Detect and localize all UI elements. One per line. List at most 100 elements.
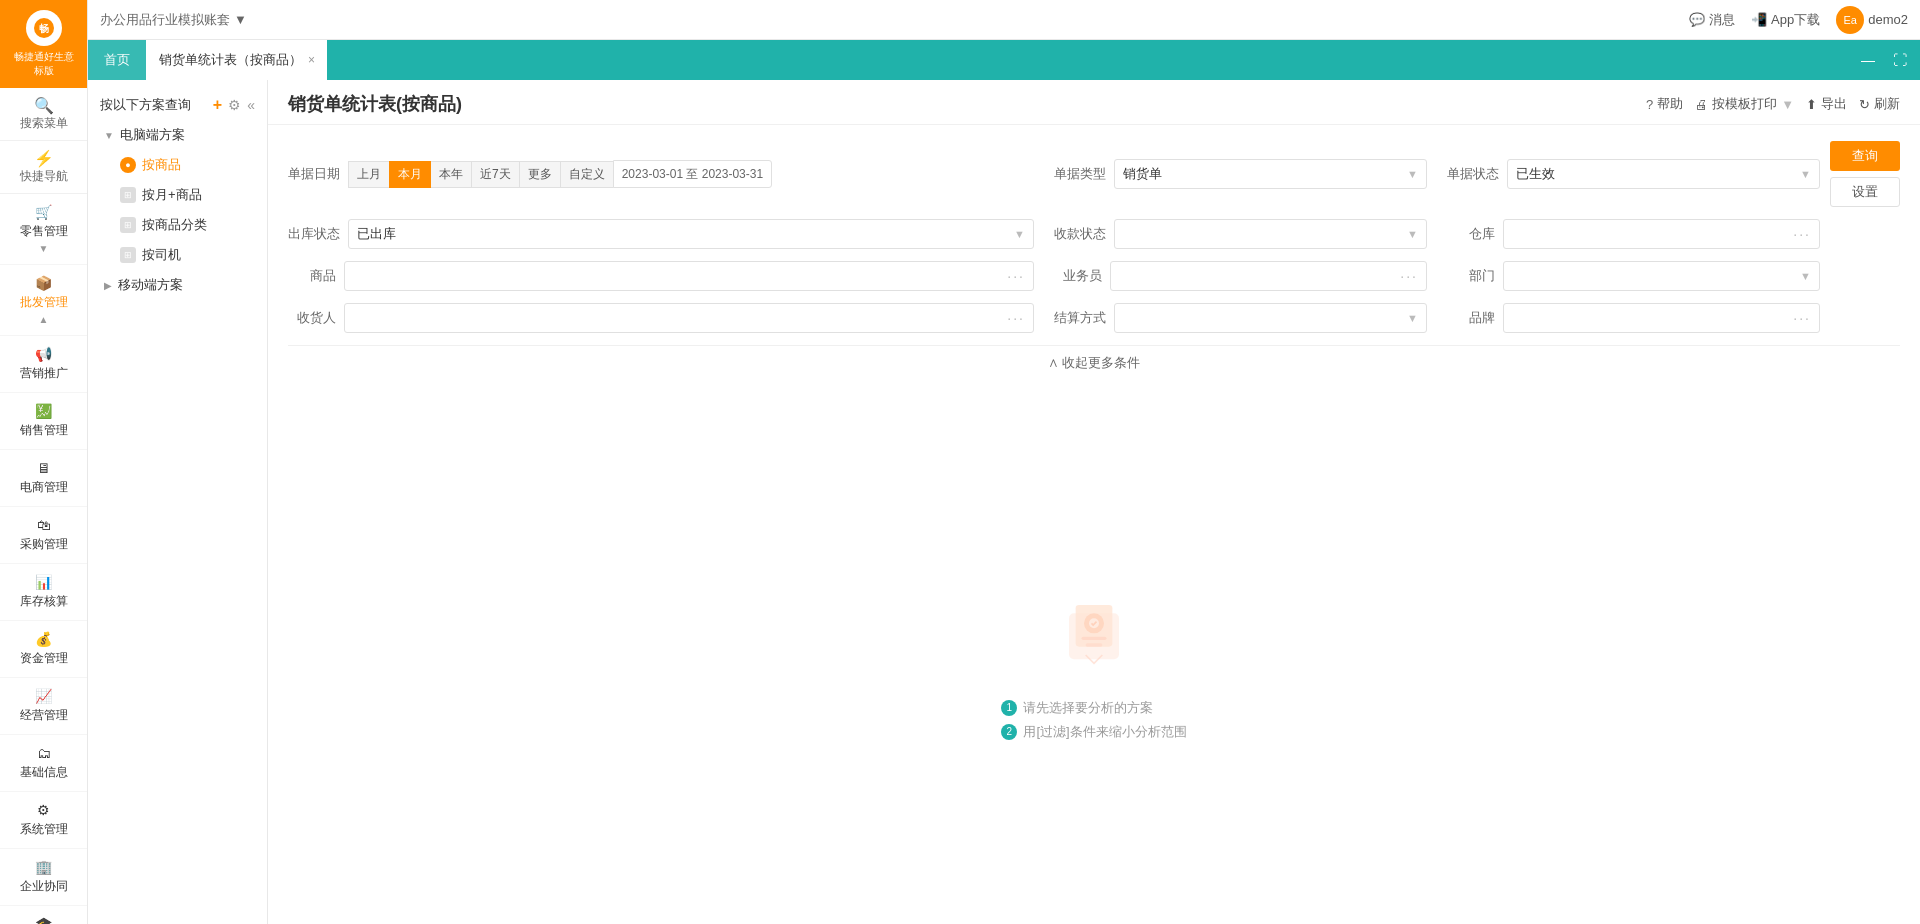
sidebar-logo[interactable]: 畅 畅捷通好生意标版 [0,0,87,88]
sidebar-item-enterprise-label: 企业协同 [20,878,68,895]
sidebar-item-retail-label: 零售管理 [20,223,68,240]
tab-home[interactable]: 首页 [88,40,146,80]
sidebar-quick-nav[interactable]: ⚡ 快捷导航 [0,141,87,194]
sidebar-item-system[interactable]: ⚙ 系统管理 [0,792,87,849]
sidebar-item-sales[interactable]: 💹 销售管理 [0,393,87,450]
top-header: 办公用品行业模拟账套 ▼ 💬 消息 📲 App下载 Ea demo2 [88,0,1920,40]
tree-child-by-month-goods[interactable]: ⊞ 按月+商品 [112,180,259,210]
date-btn-more[interactable]: 更多 [519,161,561,188]
tab-close-icon[interactable]: × [308,53,315,67]
left-panel: 按以下方案查询 + ⚙ « ▼ 电脑端方案 ● 按商品 [88,80,268,924]
svg-text:畅: 畅 [39,23,49,34]
sidebar: 畅 畅捷通好生意标版 🔍 搜索菜单 ⚡ 快捷导航 🛒 零售管理 ▼ 📦 批发管理… [0,0,88,924]
empty-tip-1-text: 请先选择要分析的方案 [1023,699,1153,717]
month-goods-icon: ⊞ [120,187,136,203]
sidebar-item-marketing[interactable]: 📢 营销推广 [0,336,87,393]
tree-desktop-parent[interactable]: ▼ 电脑端方案 [96,120,259,150]
receiver-control[interactable]: ··· [344,303,1034,333]
sidebar-item-basic[interactable]: 🗂 基础信息 [0,735,87,792]
sidebar-item-finance[interactable]: 💰 资金管理 [0,621,87,678]
type-label: 单据类型 [1054,165,1114,183]
download-icon: 📲 [1751,12,1767,27]
date-btn-last-month[interactable]: 上月 [348,161,390,188]
tree-section: ▼ 电脑端方案 ● 按商品 ⊞ 按月+商品 ⊞ 按商品分类 [88,120,267,300]
add-scheme-btn[interactable]: + [213,96,222,114]
out-status-control[interactable]: 已出库 ▼ [348,219,1034,249]
avatar-initials: Ea [1844,14,1857,26]
print-arrow-icon: ▼ [1781,97,1794,112]
settlement-control[interactable]: ▼ [1114,303,1427,333]
date-btn-this-year[interactable]: 本年 [430,161,472,188]
sidebar-item-wholesale[interactable]: 📦 批发管理 ▲ [0,265,87,336]
collapse-panel-btn[interactable]: « [247,97,255,113]
content-area: 按以下方案查询 + ⚙ « ▼ 电脑端方案 ● 按商品 [88,80,1920,924]
sidebar-item-enterprise[interactable]: 🏢 企业协同 [0,849,87,906]
message-icon: 💬 [1689,12,1705,27]
user-menu[interactable]: Ea demo2 [1836,6,1908,34]
filter-row-2: 出库状态 已出库 ▼ 收款状态 ▼ [288,219,1900,249]
page-title: 销货单统计表(按商品) [288,92,462,116]
sidebar-search[interactable]: 🔍 搜索菜单 [0,88,87,141]
filter-status-item: 单据状态 已生效 ▼ [1447,159,1820,189]
setting-button[interactable]: 设置 [1830,177,1900,207]
salesperson-control[interactable]: ··· [1110,261,1427,291]
app-download-label: App下载 [1771,11,1820,29]
tree-child-by-driver[interactable]: ⊞ 按司机 [112,240,259,270]
tree-child-by-category[interactable]: ⊞ 按商品分类 [112,210,259,240]
settings-scheme-btn[interactable]: ⚙ [228,97,241,113]
refresh-btn[interactable]: ↻ 刷新 [1859,95,1900,113]
date-btn-this-month[interactable]: 本月 [389,161,431,188]
filter-date-item: 单据日期 上月 本月 本年 近7天 更多 自定义 2023- [288,160,1034,188]
date-range-input[interactable]: 2023-03-01 至 2023-03-31 [613,160,772,188]
tree-arrow-icon: ▼ [104,130,114,141]
sidebar-item-operations-label: 经营管理 [20,707,68,724]
sidebar-item-purchase[interactable]: 🛍 采购管理 [0,507,87,564]
tree-child-by-goods[interactable]: ● 按商品 [112,150,259,180]
warehouse-control[interactable]: ··· [1503,219,1820,249]
tree-mobile-parent[interactable]: ▶ 移动端方案 [96,270,259,300]
template-print-btn[interactable]: 🖨 按模板打印 ▼ [1695,95,1794,113]
sidebar-item-finance-label: 资金管理 [20,650,68,667]
type-control[interactable]: 销货单 ▼ [1114,159,1427,189]
export-btn[interactable]: ⬆ 导出 [1806,95,1847,113]
template-print-label: 按模板打印 [1712,95,1777,113]
quick-nav-label: 快捷导航 [6,168,81,185]
tab-minimize-btn[interactable]: — [1856,48,1880,72]
app-download-btn[interactable]: 📲 App下载 [1751,11,1820,29]
sidebar-item-retail[interactable]: 🛒 零售管理 ▼ [0,194,87,265]
chevron-up-icon: ▲ [39,314,49,325]
tab-sales-stats[interactable]: 销货单统计表（按商品） × [146,40,327,80]
filter-receiver-item: 收货人 ··· [288,303,1034,333]
filter-receive-status-item: 收款状态 ▼ [1054,219,1427,249]
collapse-conditions-btn[interactable]: ∧ 收起更多条件 [288,345,1900,380]
out-status-arrow-icon: ▼ [1014,228,1025,240]
sidebar-item-marketing-label: 营销推广 [20,365,68,382]
sidebar-item-purchase-label: 采购管理 [20,536,68,553]
help-btn[interactable]: ? 帮助 [1646,95,1683,113]
sidebar-item-ecommerce[interactable]: 🖥 电商管理 [0,450,87,507]
department-control[interactable]: ▼ [1503,261,1820,291]
sidebar-item-operations[interactable]: 📈 经营管理 [0,678,87,735]
message-btn[interactable]: 💬 消息 [1689,11,1735,29]
sidebar-item-inventory[interactable]: 📊 库存核算 [0,564,87,621]
query-button[interactable]: 查询 [1830,141,1900,171]
company-selector[interactable]: 办公用品行业模拟账套 ▼ [100,11,247,29]
export-label: 导出 [1821,95,1847,113]
date-btn-custom[interactable]: 自定义 [560,161,614,188]
warehouse-label: 仓库 [1447,225,1503,243]
date-quick-btns: 上月 本月 本年 近7天 更多 自定义 [348,161,613,188]
sidebar-item-newbie[interactable]: 🎓 新手引导 [0,906,87,924]
department-arrow-icon: ▼ [1800,270,1811,282]
left-panel-title: 按以下方案查询 [100,96,191,114]
goods-dots-icon: ··· [1007,268,1025,284]
help-label: 帮助 [1657,95,1683,113]
company-name: 办公用品行业模拟账套 [100,11,230,29]
brand-control[interactable]: ··· [1503,303,1820,333]
tab-maximize-btn[interactable]: ⛶ [1888,48,1912,72]
goods-control[interactable]: ··· [344,261,1034,291]
collapse-label: ∧ 收起更多条件 [1048,355,1141,370]
receive-status-control[interactable]: ▼ [1114,219,1427,249]
status-control[interactable]: 已生效 ▼ [1507,159,1820,189]
tree-mobile-arrow-icon: ▶ [104,280,112,291]
date-btn-7days[interactable]: 近7天 [471,161,520,188]
